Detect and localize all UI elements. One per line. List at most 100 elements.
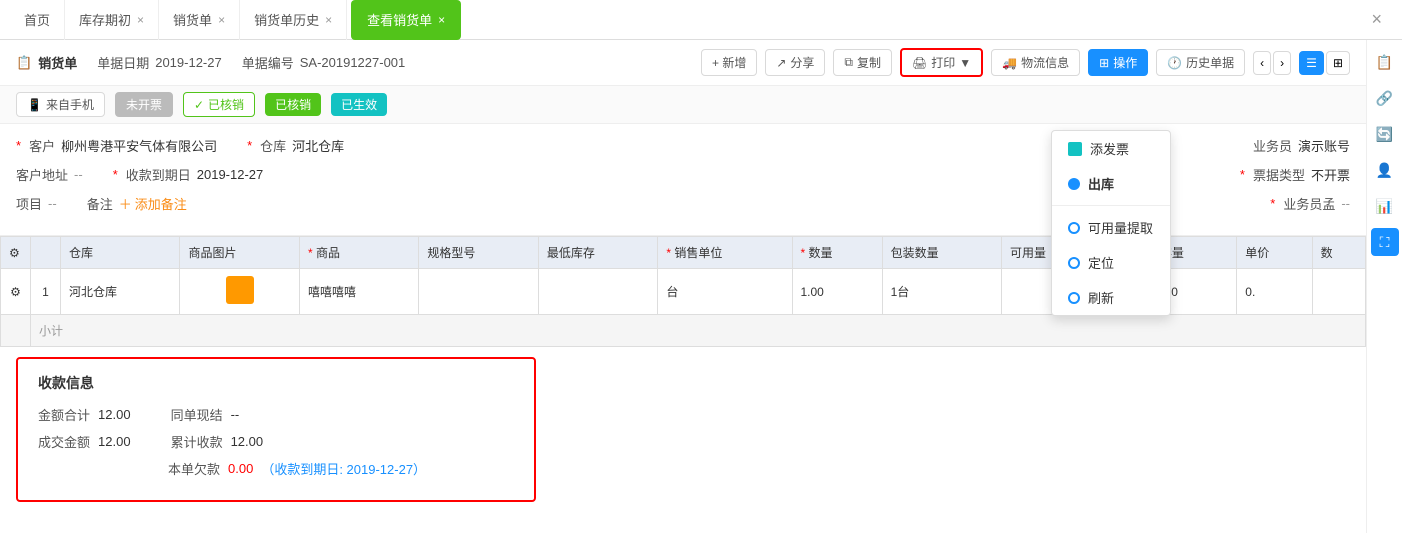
warehouse-required: * (247, 138, 252, 153)
available-qty-label: 可用量提取 (1088, 218, 1153, 237)
dropdown-available-qty[interactable]: 可用量提取 (1052, 210, 1170, 245)
row-price: 0. (1237, 269, 1312, 315)
locate-label: 定位 (1088, 253, 1114, 272)
sidebar-expand-icon[interactable]: ⛶ (1371, 228, 1399, 256)
tab-history-label: 销货单历史 (254, 10, 319, 29)
ticket-field: * 票据类型 不开票 (1240, 165, 1350, 184)
tab-inventory-close[interactable]: × (137, 13, 144, 27)
print-icon: 🖨 (912, 56, 927, 70)
sidebar-sync-icon[interactable]: 🔄 (1371, 120, 1399, 148)
add-invoice-icon (1068, 142, 1082, 156)
dropdown-add-invoice[interactable]: 添发票 (1052, 131, 1170, 166)
list-view-button[interactable]: ☰ (1299, 51, 1324, 75)
dropdown-divider (1052, 205, 1170, 206)
warehouse-value[interactable]: 河北仓库 (292, 136, 344, 155)
history-label: 历史单据 (1186, 54, 1234, 71)
due-date-value[interactable]: 2019-12-27 (197, 167, 264, 182)
date-label: 单据日期 (97, 53, 149, 72)
row-product[interactable]: 嘻嘻嘻嘻 (299, 269, 418, 315)
logistics-button[interactable]: 🚚 物流信息 (991, 49, 1080, 76)
add-invoice-label: 添发票 (1090, 139, 1129, 158)
subtotal-gear (1, 315, 31, 347)
copy-label: 复制 (857, 54, 881, 71)
th-pkg: 包装数量 (882, 237, 1001, 269)
add-button[interactable]: + 新增 (701, 49, 757, 76)
logistics-label: 物流信息 (1021, 54, 1069, 71)
tab-history-close[interactable]: × (325, 13, 332, 27)
doc-date-section: 单据日期 2019-12-27 (97, 53, 222, 72)
doc-header: 📋 销货单 单据日期 2019-12-27 单据编号 SA-20191227-0… (0, 40, 1366, 86)
copy-button[interactable]: ⧉ 复制 (833, 49, 892, 76)
view-icons: ☰ ⊞ (1299, 51, 1350, 75)
add-note-label: 添加备注 (135, 194, 187, 213)
not-open-btn[interactable]: 未开票 (115, 92, 173, 117)
deal-label: 成交金额 (38, 432, 90, 451)
history-icon: 🕐 (1167, 56, 1182, 70)
warehouse-label: 仓库 (260, 136, 286, 155)
sidebar-chart-icon[interactable]: 📊 (1371, 192, 1399, 220)
sold-badge: 已核销 (265, 93, 321, 116)
th-spec: 规格型号 (419, 237, 538, 269)
dropdown-out-warehouse[interactable]: 出库 (1052, 166, 1170, 201)
th-amount: 数 (1312, 237, 1365, 269)
row-amount (1312, 269, 1365, 315)
due-date-required: * (113, 167, 118, 182)
out-warehouse-label: 出库 (1088, 174, 1114, 193)
tab-sales-close[interactable]: × (218, 13, 225, 27)
th-gear[interactable]: ⚙ (1, 237, 31, 269)
ticket-value: 不开票 (1311, 165, 1350, 184)
total-value: 12.00 (98, 407, 131, 422)
history-button[interactable]: 🕐 历史单据 (1156, 49, 1245, 76)
prev-button[interactable]: ‹ (1253, 51, 1271, 75)
tab-check-label: 查看销货单 (367, 10, 432, 29)
tab-home[interactable]: 首页 (10, 0, 65, 40)
row-pkg: 1台 (882, 269, 1001, 315)
refresh-icon (1068, 292, 1080, 304)
operations-button[interactable]: ⊞ 操作 (1088, 49, 1148, 76)
tab-sales-order[interactable]: 销货单 × (159, 0, 240, 40)
remark-field: 备注 ＋ 添加备注 (87, 194, 187, 213)
operations-dropdown: 添发票 出库 可用量提取 定位 刷新 (1051, 130, 1171, 316)
customer-value[interactable]: 柳州粤港平安气体有限公司 (61, 136, 217, 155)
row-warehouse: 河北仓库 (61, 269, 180, 315)
due-note: （收款到期日: 2019-12-27） (261, 459, 426, 478)
address-value: -- (74, 167, 83, 182)
payment-row-3: 本单欠款 0.00 （收款到期日: 2019-12-27） (38, 459, 514, 478)
remark-label: 备注 (87, 194, 113, 213)
th-min-stock: 最低库存 (538, 237, 657, 269)
row-gear[interactable]: ⚙ (1, 269, 31, 315)
add-note-btn[interactable]: ＋ 添加备注 (119, 194, 187, 213)
print-button[interactable]: 🖨 打印 ▼ (900, 48, 983, 77)
tab-inventory-start[interactable]: 库存期初 × (65, 0, 159, 40)
sidebar-link-icon[interactable]: 🔗 (1371, 84, 1399, 112)
ticket-required: * (1240, 167, 1245, 182)
refresh-label: 刷新 (1088, 288, 1114, 307)
operations-icon: ⊞ (1099, 56, 1109, 70)
due-label: 本单欠款 (168, 459, 220, 478)
from-phone-btn[interactable]: 📱 来自手机 (16, 92, 105, 117)
th-qty: * 数量 (792, 237, 882, 269)
status-row: 📱 来自手机 未开票 ✓ 已核销 已核销 已生效 (0, 86, 1366, 124)
tab-sales-history[interactable]: 销货单历史 × (240, 0, 347, 40)
dropdown-locate[interactable]: 定位 (1052, 245, 1170, 280)
window-close[interactable]: × (1361, 9, 1392, 30)
address-field: 客户地址 -- (16, 165, 83, 184)
sidebar-doc-icon[interactable]: 📋 (1371, 48, 1399, 76)
sidebar-user-icon[interactable]: 👤 (1371, 156, 1399, 184)
customer-required: * (16, 138, 21, 153)
th-price: 单价 (1237, 237, 1312, 269)
nav-arrows: ‹ › (1253, 51, 1291, 75)
dropdown-refresh[interactable]: 刷新 (1052, 280, 1170, 315)
doc-actions: + 新增 ↗ 分享 ⧉ 复制 🖨 打印 ▼ 🚚 物流信息 (701, 48, 1350, 77)
grid-view-button[interactable]: ⊞ (1326, 51, 1350, 75)
not-open-label: 未开票 (126, 96, 162, 113)
staff-label: 业务员 (1253, 136, 1292, 155)
tab-check-close[interactable]: × (438, 13, 445, 27)
tab-check-sales[interactable]: 查看销货单 × (351, 0, 461, 40)
th-sales-unit: * 销售单位 (658, 237, 792, 269)
next-button[interactable]: › (1273, 51, 1291, 75)
share-button[interactable]: ↗ 分享 (765, 49, 825, 76)
project-field: 项目 -- (16, 194, 57, 213)
due-date-field: * 收款到期日 2019-12-27 (113, 165, 264, 184)
checked-btn[interactable]: ✓ 已核销 (183, 92, 255, 117)
